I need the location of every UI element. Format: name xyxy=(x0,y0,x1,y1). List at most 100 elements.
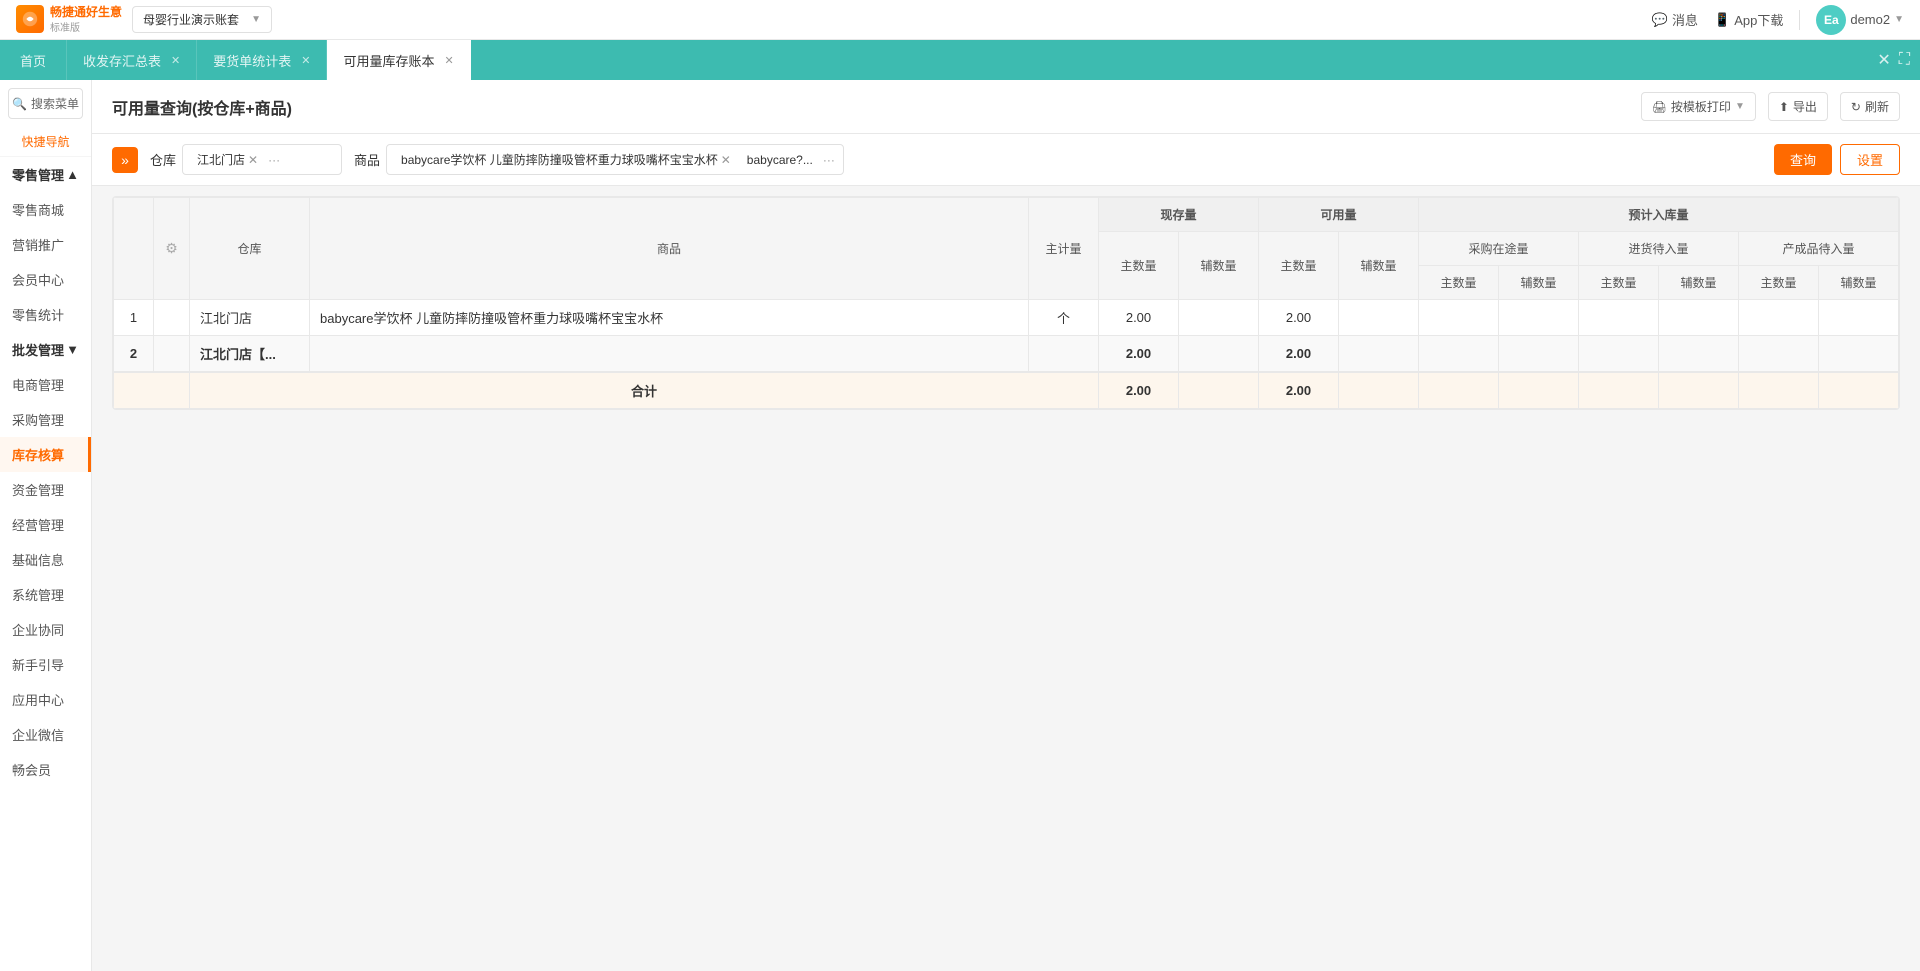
sidebar-section-wholesale: 批发管理 ▼ xyxy=(0,332,91,367)
export-icon: ⬆ xyxy=(1779,100,1789,114)
brand-logo: 畅捷通好生意 标准版 xyxy=(16,5,122,34)
app-download-button[interactable]: 📱 App下载 xyxy=(1714,10,1783,29)
brand-icon xyxy=(16,5,44,33)
sidebar-item-retail-stats[interactable]: 零售统计 xyxy=(0,297,91,332)
sidebar-item-marketing[interactable]: 营销推广 xyxy=(0,227,91,262)
th-ip-main: 主数量 xyxy=(1579,266,1659,300)
message-icon: 💬 xyxy=(1652,12,1668,28)
tab-receipt-close[interactable]: ✕ xyxy=(171,54,180,67)
cell-avail-main-2: 2.00 xyxy=(1259,336,1339,373)
settings-button[interactable]: 设置 xyxy=(1840,144,1900,175)
sidebar-item-operation[interactable]: 经营管理 xyxy=(0,507,91,542)
sidebar-item-finance[interactable]: 资金管理 xyxy=(0,472,91,507)
cell-cur-main-1: 2.00 xyxy=(1099,300,1179,336)
message-button[interactable]: 💬 消息 xyxy=(1652,10,1698,29)
footer-pp-aux xyxy=(1819,372,1899,409)
th-warehouse: 仓库 xyxy=(190,198,310,300)
table-settings-icon[interactable]: ⚙ xyxy=(165,240,178,256)
sidebar-quick-nav[interactable]: 快捷导航 xyxy=(0,127,91,157)
th-current-main: 主数量 xyxy=(1099,232,1179,300)
filter-bar: » 仓库 江北门店 ✕ ··· 商品 babycare学饮杯 儿童防摔防撞吸管杯… xyxy=(92,134,1920,186)
cell-avail-main-1: 2.00 xyxy=(1259,300,1339,336)
sidebar-item-enterprise[interactable]: 企业协同 xyxy=(0,612,91,647)
industry-selector[interactable]: 母婴行业演示账套 ▼ xyxy=(132,6,272,33)
tab-available-stock[interactable]: 可用量库存账本 ✕ xyxy=(327,40,470,80)
sidebar-search-area: 🔍 搜索菜单 xyxy=(0,80,91,127)
sidebar-section-retail: 零售管理 ▲ 零售商城 营销推广 会员中心 零售统计 xyxy=(0,157,91,332)
footer-pt-aux xyxy=(1499,372,1579,409)
cell-cur-aux-1 xyxy=(1179,300,1259,336)
sidebar-item-newbie[interactable]: 新手引导 xyxy=(0,647,91,682)
maximize-window-icon[interactable]: ⛶ xyxy=(1899,51,1910,69)
refresh-icon: ↻ xyxy=(1851,100,1861,114)
product-ellipsis[interactable]: ··· xyxy=(823,153,835,167)
cell-row-num-2: 2 xyxy=(114,336,154,373)
sidebar-item-member[interactable]: 畅会员 xyxy=(0,752,91,787)
product-input[interactable]: babycare学饮杯 儿童防摔防撞吸管杯重力球吸嘴杯宝宝水杯 ✕ babyca… xyxy=(386,144,844,175)
cell-avail-aux-1 xyxy=(1339,300,1419,336)
cell-pt-aux-2 xyxy=(1499,336,1579,373)
cell-gear-1 xyxy=(154,300,190,336)
th-row-num xyxy=(114,198,154,300)
cell-pp-main-1 xyxy=(1739,300,1819,336)
product-tag-1-remove[interactable]: ✕ xyxy=(721,153,731,167)
product-tag-1: babycare学饮杯 儿童防摔防撞吸管杯重力球吸嘴杯宝宝水杯 ✕ xyxy=(395,149,737,170)
sidebar-item-retail-management[interactable]: 零售管理 ▲ xyxy=(0,157,91,192)
th-current-stock: 现存量 xyxy=(1099,198,1259,232)
sidebar-item-app-center[interactable]: 应用中心 xyxy=(0,682,91,717)
user-menu[interactable]: Ea demo2 ▼ xyxy=(1816,5,1904,35)
table-container: ⚙ 仓库 商品 主计量 现存量 可用量 预计入库量 主数量 辅数量 xyxy=(112,196,1900,410)
sidebar-item-inventory[interactable]: 库存核算 xyxy=(0,437,91,472)
tab-order-stats-close[interactable]: ✕ xyxy=(301,54,310,67)
sidebar-item-member-center[interactable]: 会员中心 xyxy=(0,262,91,297)
topbar-right: 💬 消息 📱 App下载 Ea demo2 ▼ xyxy=(1652,5,1904,35)
footer-pp-main xyxy=(1739,372,1819,409)
print-button[interactable]: 🖨 按模板打印 ▼ xyxy=(1641,92,1756,121)
cell-unit-2 xyxy=(1029,336,1099,373)
cell-pt-aux-1 xyxy=(1499,300,1579,336)
chevron-up-icon: ▲ xyxy=(66,167,79,182)
tab-available-stock-close[interactable]: ✕ xyxy=(445,54,454,67)
sidebar-item-ecommerce[interactable]: 电商管理 xyxy=(0,367,91,402)
tab-home[interactable]: 首页 xyxy=(0,40,67,80)
sidebar-item-wechat[interactable]: 企业微信 xyxy=(0,717,91,752)
warehouse-input[interactable]: 江北门店 ✕ ··· xyxy=(182,144,342,175)
sidebar-item-system[interactable]: 系统管理 xyxy=(0,577,91,612)
table-row: 1 江北门店 babycare学饮杯 儿童防摔防撞吸管杯重力球吸嘴杯宝宝水杯 个… xyxy=(114,300,1899,336)
export-button[interactable]: ⬆ 导出 xyxy=(1768,92,1828,121)
cell-warehouse-1: 江北门店 xyxy=(190,300,310,336)
brand-sub: 标准版 xyxy=(50,19,122,34)
page-title: 可用量查询(按仓库+商品) xyxy=(112,95,292,119)
close-window-icon[interactable]: ✕ xyxy=(1877,50,1890,70)
window-buttons: ✕ ⛶ xyxy=(1867,50,1920,70)
sidebar-item-wholesale-management[interactable]: 批发管理 ▼ xyxy=(0,332,91,367)
query-button[interactable]: 查询 xyxy=(1774,144,1832,175)
warehouse-filter-group: 仓库 江北门店 ✕ ··· xyxy=(150,144,342,175)
cell-pt-main-2 xyxy=(1419,336,1499,373)
footer-avail-main: 2.00 xyxy=(1259,372,1339,409)
cell-ip-main-2 xyxy=(1579,336,1659,373)
nav-tabs: 首页 收发存汇总表 ✕ 要货单统计表 ✕ 可用量库存账本 ✕ ✕ ⛶ xyxy=(0,40,1920,80)
footer-ip-aux xyxy=(1659,372,1739,409)
th-incoming-pending: 进货待入量 xyxy=(1579,232,1739,266)
sidebar-item-basic[interactable]: 基础信息 xyxy=(0,542,91,577)
th-pp-main: 主数量 xyxy=(1739,266,1819,300)
refresh-button[interactable]: ↻ 刷新 xyxy=(1840,92,1900,121)
cell-row-num-1: 1 xyxy=(114,300,154,336)
warehouse-tag-remove[interactable]: ✕ xyxy=(248,153,258,167)
footer-avail-aux xyxy=(1339,372,1419,409)
th-available: 可用量 xyxy=(1259,198,1419,232)
tab-order-stats[interactable]: 要货单统计表 ✕ xyxy=(197,40,327,80)
filter-toggle-button[interactable]: » xyxy=(112,147,138,173)
cell-ip-main-1 xyxy=(1579,300,1659,336)
warehouse-label: 仓库 xyxy=(150,150,176,169)
brand-text-block: 畅捷通好生意 标准版 xyxy=(50,5,122,34)
product-tag-2: babycare?... xyxy=(741,151,819,169)
th-purchase-transit: 采购在途量 xyxy=(1419,232,1579,266)
search-menu-button[interactable]: 🔍 搜索菜单 xyxy=(8,88,83,119)
cell-pp-main-2 xyxy=(1739,336,1819,373)
tab-receipt[interactable]: 收发存汇总表 ✕ xyxy=(67,40,197,80)
sidebar-item-retail-store[interactable]: 零售商城 xyxy=(0,192,91,227)
warehouse-ellipsis[interactable]: ··· xyxy=(268,153,280,167)
sidebar-item-purchase[interactable]: 采购管理 xyxy=(0,402,91,437)
